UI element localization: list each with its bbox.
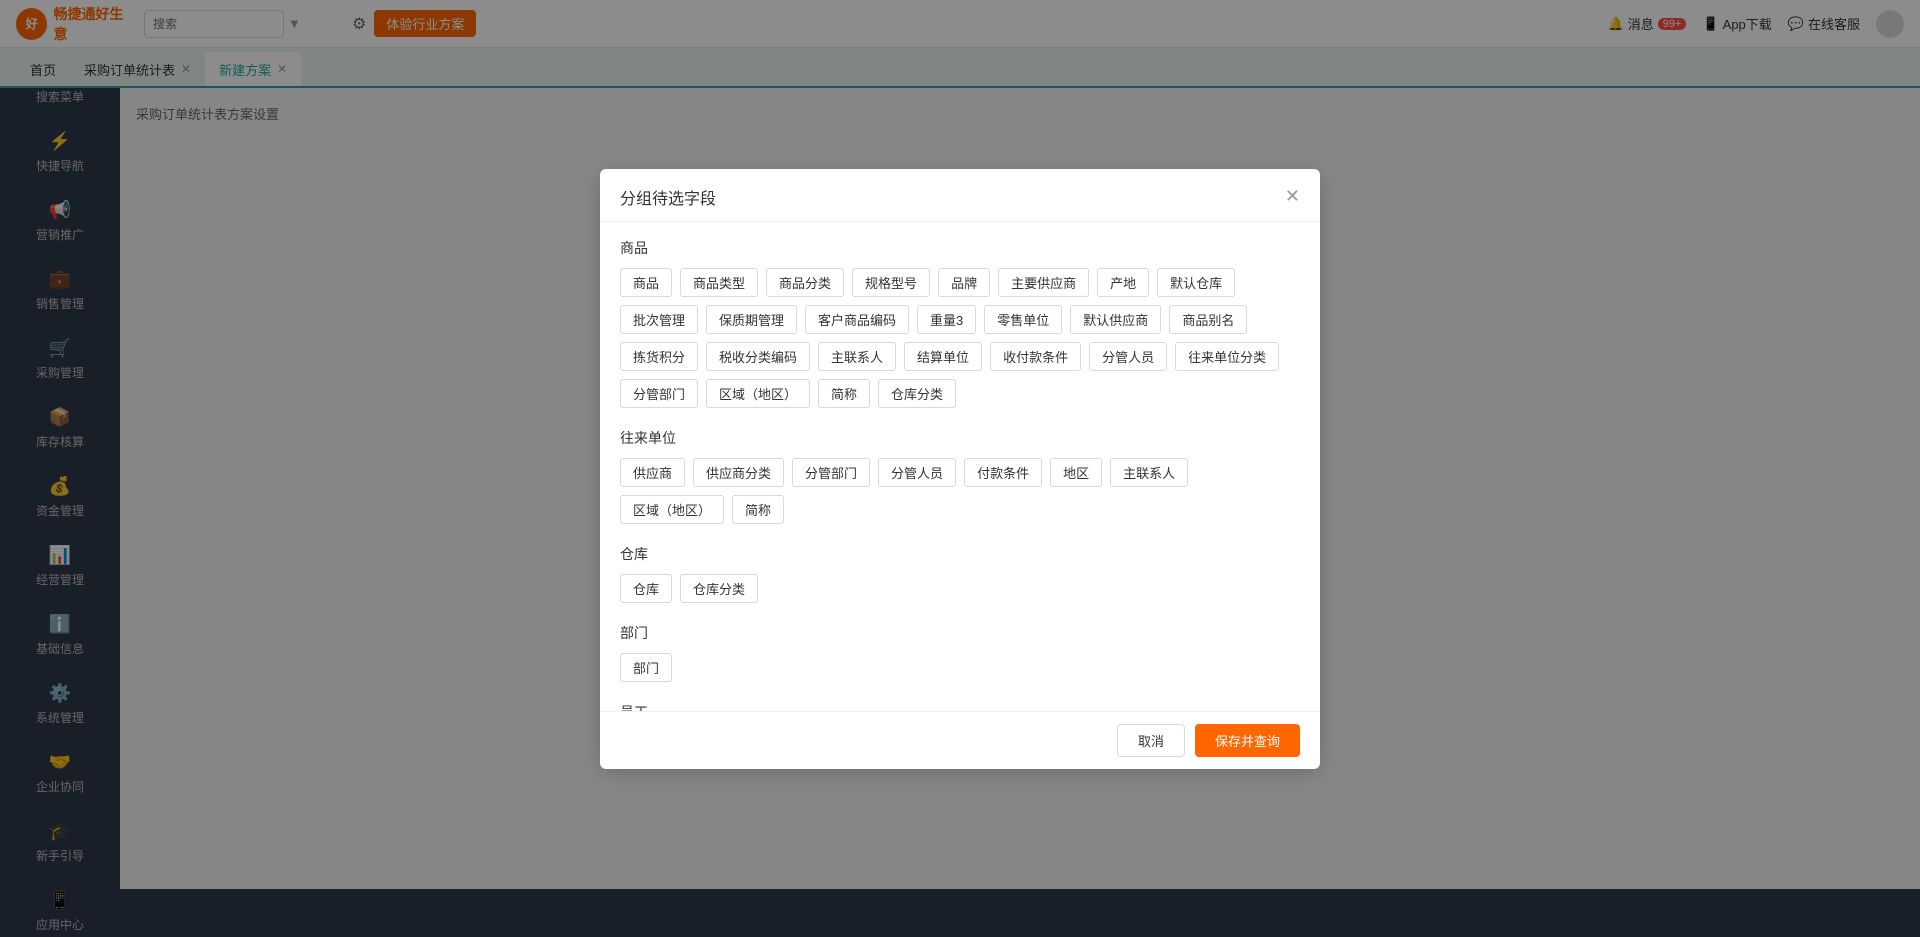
- section-goods-title: 商品: [620, 238, 1300, 258]
- field-goods-spec[interactable]: 规格型号: [852, 268, 930, 297]
- modal-close-icon[interactable]: ✕: [1285, 186, 1300, 207]
- field-payment-condition[interactable]: 付款条件: [964, 458, 1042, 487]
- section-employee-title: 员工: [620, 702, 1300, 711]
- field-batch-mgmt[interactable]: 批次管理: [620, 305, 698, 334]
- field-supplier[interactable]: 供应商: [620, 458, 685, 487]
- field-warehouse-cat[interactable]: 仓库分类: [680, 574, 758, 603]
- field-dept[interactable]: 部门: [620, 653, 672, 682]
- field-brand[interactable]: 品牌: [938, 268, 990, 297]
- field-region2[interactable]: 区域（地区）: [620, 495, 724, 524]
- section-employee: 员工 业务员: [620, 702, 1300, 711]
- modal-body: 商品 商品 商品类型 商品分类 规格型号 品牌 主要供应商 产地 默认仓库 批次…: [600, 222, 1320, 711]
- field-origin[interactable]: 产地: [1097, 268, 1149, 297]
- field-partner-category[interactable]: 往来单位分类: [1175, 342, 1279, 371]
- field-tax-code[interactable]: 税收分类编码: [706, 342, 810, 371]
- section-dept-fields: 部门: [620, 653, 1300, 682]
- field-warehouse[interactable]: 仓库: [620, 574, 672, 603]
- field-goods-alias[interactable]: 商品别名: [1169, 305, 1247, 334]
- field-default-supplier[interactable]: 默认供应商: [1070, 305, 1161, 334]
- field-select-modal: 分组待选字段 ✕ 商品 商品 商品类型 商品分类 规格型号 品牌 主要供应商 产…: [600, 169, 1320, 769]
- field-supervisor[interactable]: 分管人员: [1089, 342, 1167, 371]
- field-main-contact2[interactable]: 主联系人: [1110, 458, 1188, 487]
- section-dept-title: 部门: [620, 623, 1300, 643]
- section-partner-fields: 供应商 供应商分类 分管部门 分管人员 付款条件 地区 主联系人 区域（地区） …: [620, 458, 1300, 524]
- field-goods[interactable]: 商品: [620, 268, 672, 297]
- field-pick-score[interactable]: 拣货积分: [620, 342, 698, 371]
- section-warehouse-fields: 仓库 仓库分类: [620, 574, 1300, 603]
- modal-title: 分组待选字段: [620, 185, 716, 209]
- section-partner: 往来单位 供应商 供应商分类 分管部门 分管人员 付款条件 地区 主联系人 区域…: [620, 428, 1300, 524]
- section-dept: 部门 部门: [620, 623, 1300, 682]
- field-partner-supervisor[interactable]: 分管人员: [878, 458, 956, 487]
- cancel-button[interactable]: 取消: [1117, 724, 1185, 757]
- field-main-contact[interactable]: 主联系人: [818, 342, 896, 371]
- field-warehouse-category[interactable]: 仓库分类: [878, 379, 956, 408]
- field-short-name2[interactable]: 简称: [732, 495, 784, 524]
- modal-header: 分组待选字段 ✕: [600, 169, 1320, 222]
- field-goods-category[interactable]: 商品分类: [766, 268, 844, 297]
- field-partner-dept[interactable]: 分管部门: [792, 458, 870, 487]
- field-region[interactable]: 区域（地区）: [706, 379, 810, 408]
- field-main-supplier[interactable]: 主要供应商: [998, 268, 1089, 297]
- field-retail-unit[interactable]: 零售单位: [984, 305, 1062, 334]
- section-warehouse: 仓库 仓库 仓库分类: [620, 544, 1300, 603]
- field-supplier-category[interactable]: 供应商分类: [693, 458, 784, 487]
- field-customer-code[interactable]: 客户商品编码: [805, 305, 909, 334]
- field-quality-mgmt[interactable]: 保质期管理: [706, 305, 797, 334]
- section-goods: 商品 商品 商品类型 商品分类 规格型号 品牌 主要供应商 产地 默认仓库 批次…: [620, 238, 1300, 408]
- section-warehouse-title: 仓库: [620, 544, 1300, 564]
- field-short-name[interactable]: 简称: [818, 379, 870, 408]
- modal-footer: 取消 保存并查询: [600, 711, 1320, 769]
- field-settlement-unit[interactable]: 结算单位: [904, 342, 982, 371]
- field-weight3[interactable]: 重量3: [917, 305, 976, 334]
- save-query-button[interactable]: 保存并查询: [1195, 724, 1300, 757]
- field-dept-in-charge[interactable]: 分管部门: [620, 379, 698, 408]
- field-default-warehouse[interactable]: 默认仓库: [1157, 268, 1235, 297]
- section-goods-fields: 商品 商品类型 商品分类 规格型号 品牌 主要供应商 产地 默认仓库 批次管理 …: [620, 268, 1300, 408]
- field-payment-terms[interactable]: 收付款条件: [990, 342, 1081, 371]
- modal-overlay: 分组待选字段 ✕ 商品 商品 商品类型 商品分类 规格型号 品牌 主要供应商 产…: [0, 0, 1920, 937]
- field-goods-type[interactable]: 商品类型: [680, 268, 758, 297]
- section-partner-title: 往来单位: [620, 428, 1300, 448]
- field-area[interactable]: 地区: [1050, 458, 1102, 487]
